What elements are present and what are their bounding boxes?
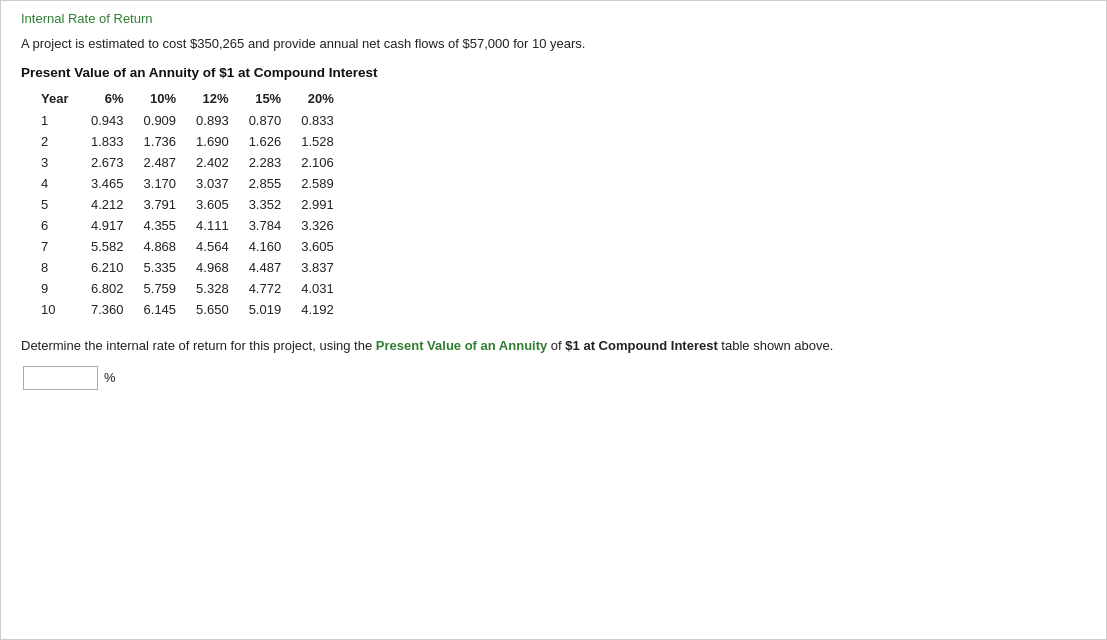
cell-value: 4.160 — [249, 236, 302, 257]
percent-label: % — [104, 370, 116, 385]
cell-value: 2.589 — [301, 173, 354, 194]
cell-value: 4.917 — [91, 215, 144, 236]
cell-value: 5.328 — [196, 278, 249, 299]
cell-value: 4.031 — [301, 278, 354, 299]
cell-value: 5.650 — [196, 299, 249, 320]
determine-text-part2: of — [547, 338, 565, 353]
cell-value: 2.106 — [301, 152, 354, 173]
cell-value: 5.582 — [91, 236, 144, 257]
cell-year: 10 — [41, 299, 91, 320]
cell-value: 0.893 — [196, 110, 249, 131]
col-header-10pct: 10% — [144, 88, 197, 110]
cell-value: 4.564 — [196, 236, 249, 257]
page-title: Internal Rate of Return — [21, 11, 1086, 26]
cell-value: 2.991 — [301, 194, 354, 215]
cell-value: 2.283 — [249, 152, 302, 173]
cell-year: 6 — [41, 215, 91, 236]
cell-value: 4.487 — [249, 257, 302, 278]
irr-answer-input[interactable] — [23, 366, 98, 390]
cell-value: 4.868 — [144, 236, 197, 257]
col-header-15pct: 15% — [249, 88, 302, 110]
cell-value: 1.736 — [144, 131, 197, 152]
cell-value: 2.487 — [144, 152, 197, 173]
table-row: 86.2105.3354.9684.4873.837 — [41, 257, 354, 278]
cell-value: 4.968 — [196, 257, 249, 278]
table-row: 107.3606.1455.6505.0194.192 — [41, 299, 354, 320]
cell-value: 0.833 — [301, 110, 354, 131]
cell-year: 9 — [41, 278, 91, 299]
table-row: 32.6732.4872.4022.2832.106 — [41, 152, 354, 173]
cell-value: 3.170 — [144, 173, 197, 194]
cell-value: 2.402 — [196, 152, 249, 173]
table-row: 75.5824.8684.5644.1603.605 — [41, 236, 354, 257]
table-row: 96.8025.7595.3284.7724.031 — [41, 278, 354, 299]
cell-value: 2.855 — [249, 173, 302, 194]
cell-value: 3.352 — [249, 194, 302, 215]
cell-value: 4.212 — [91, 194, 144, 215]
cell-year: 4 — [41, 173, 91, 194]
cell-value: 0.870 — [249, 110, 302, 131]
table-row: 43.4653.1703.0372.8552.589 — [41, 173, 354, 194]
cell-value: 0.909 — [144, 110, 197, 131]
cell-value: 2.673 — [91, 152, 144, 173]
cell-year: 8 — [41, 257, 91, 278]
cell-value: 6.145 — [144, 299, 197, 320]
cell-year: 7 — [41, 236, 91, 257]
cell-value: 6.802 — [91, 278, 144, 299]
table-row: 21.8331.7361.6901.6261.528 — [41, 131, 354, 152]
cell-value: 3.326 — [301, 215, 354, 236]
determine-text-part1: Determine the internal rate of return fo… — [21, 338, 376, 353]
cell-value: 3.037 — [196, 173, 249, 194]
cell-value: 4.192 — [301, 299, 354, 320]
cell-value: 4.111 — [196, 215, 249, 236]
cell-value: 6.210 — [91, 257, 144, 278]
cell-value: 3.465 — [91, 173, 144, 194]
cell-value: 7.360 — [91, 299, 144, 320]
col-header-year: Year — [41, 88, 91, 110]
cell-year: 1 — [41, 110, 91, 131]
cell-value: 3.791 — [144, 194, 197, 215]
cell-value: 5.759 — [144, 278, 197, 299]
cell-value: 5.335 — [144, 257, 197, 278]
cell-value: 4.355 — [144, 215, 197, 236]
cell-value: 1.626 — [249, 131, 302, 152]
page-container: Internal Rate of Return A project is est… — [0, 0, 1107, 640]
col-header-6pct: 6% — [91, 88, 144, 110]
cell-value: 3.605 — [196, 194, 249, 215]
cell-year: 3 — [41, 152, 91, 173]
col-header-20pct: 20% — [301, 88, 354, 110]
description: A project is estimated to cost $350,265 … — [21, 36, 1086, 51]
cell-value: 3.784 — [249, 215, 302, 236]
table-row: 54.2123.7913.6053.3522.991 — [41, 194, 354, 215]
cell-year: 2 — [41, 131, 91, 152]
cell-value: 1.690 — [196, 131, 249, 152]
cell-value: 1.528 — [301, 131, 354, 152]
determine-text: Determine the internal rate of return fo… — [21, 336, 1086, 356]
cell-value: 1.833 — [91, 131, 144, 152]
cell-year: 5 — [41, 194, 91, 215]
table-header-row: Year 6% 10% 12% 15% 20% — [41, 88, 354, 110]
table-title: Present Value of an Annuity of $1 at Com… — [21, 65, 1086, 80]
cell-value: 5.019 — [249, 299, 302, 320]
pv-annuity-table: Year 6% 10% 12% 15% 20% 10.9430.9090.893… — [41, 88, 354, 320]
determine-highlight: Present Value of an Annuity — [376, 338, 547, 353]
cell-value: 4.772 — [249, 278, 302, 299]
determine-bold: $1 at Compound Interest — [565, 338, 717, 353]
col-header-12pct: 12% — [196, 88, 249, 110]
cell-value: 3.837 — [301, 257, 354, 278]
cell-value: 0.943 — [91, 110, 144, 131]
cell-value: 3.605 — [301, 236, 354, 257]
answer-row: % — [23, 366, 1086, 390]
table-row: 64.9174.3554.1113.7843.326 — [41, 215, 354, 236]
determine-text-part3: table shown above. — [718, 338, 834, 353]
table-row: 10.9430.9090.8930.8700.833 — [41, 110, 354, 131]
